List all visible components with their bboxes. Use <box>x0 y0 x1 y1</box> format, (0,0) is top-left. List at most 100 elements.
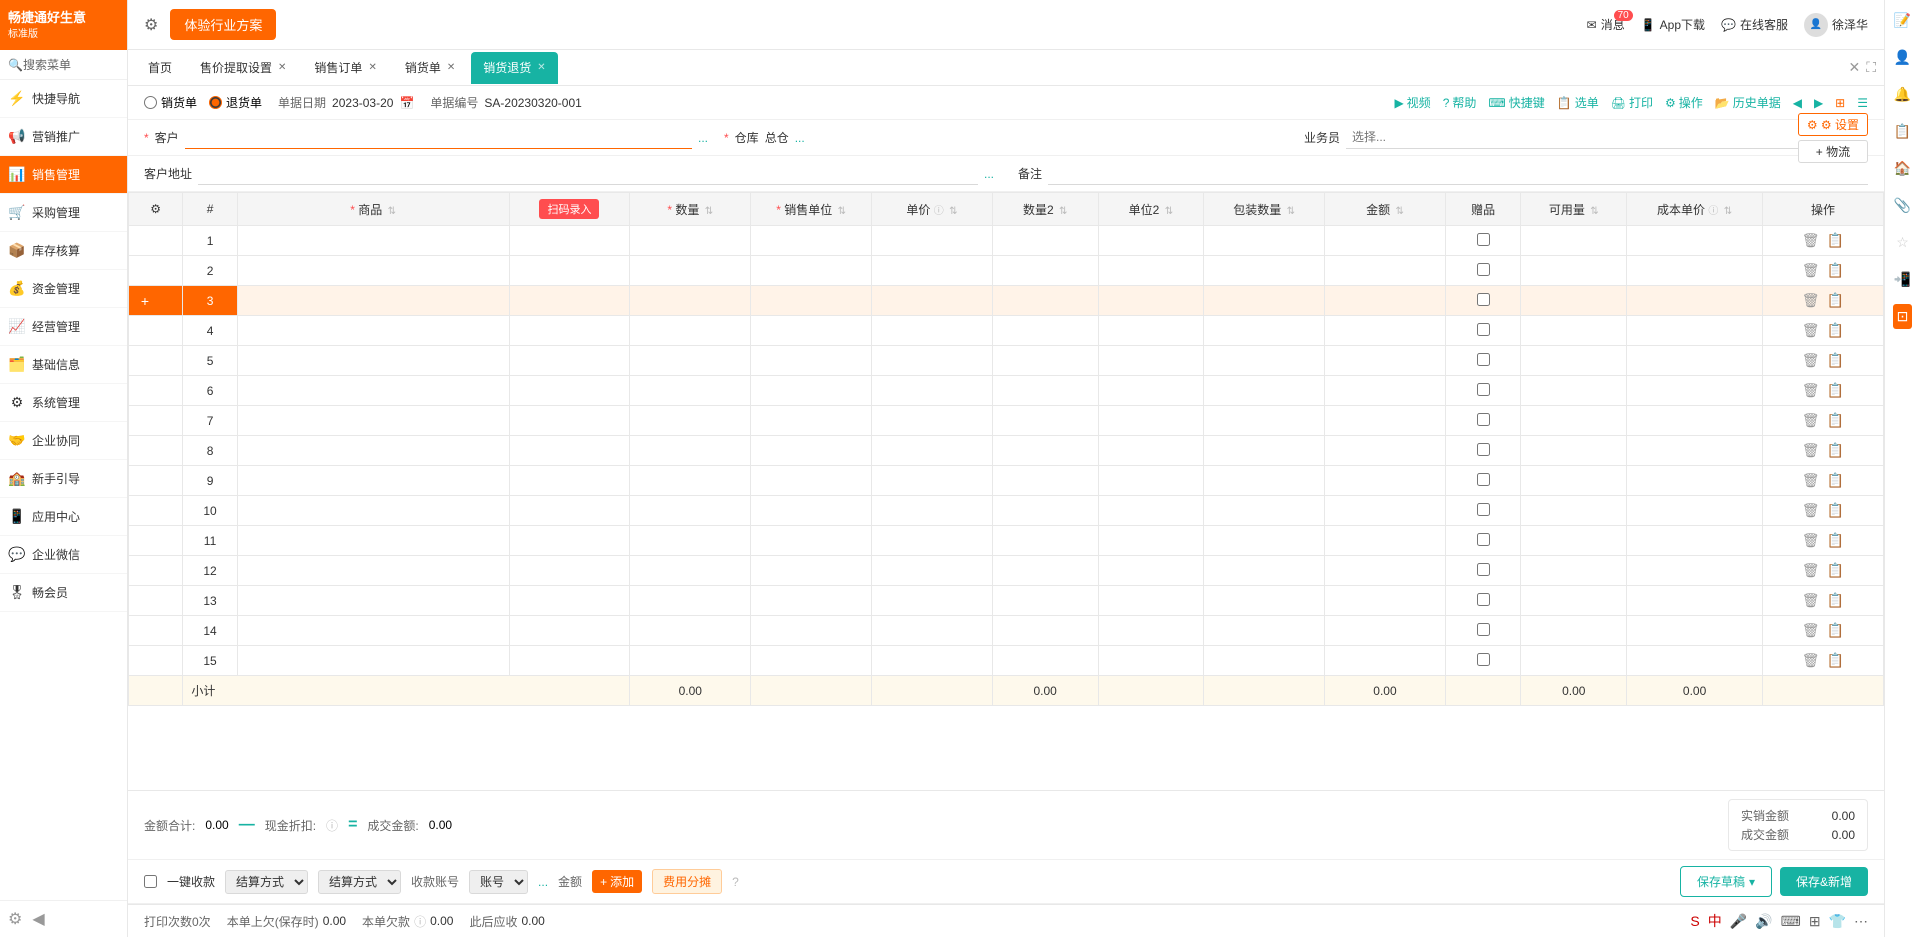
gift-checkbox[interactable] <box>1477 473 1490 486</box>
row-unit2[interactable] <box>1098 646 1204 676</box>
row-qty2[interactable] <box>992 466 1098 496</box>
operation-button[interactable]: ⚙ 操作 <box>1665 94 1703 111</box>
delete-row-button[interactable]: 🗑 <box>1800 500 1822 521</box>
remark-input[interactable] <box>1048 162 1868 185</box>
row-gift[interactable] <box>1445 646 1521 676</box>
row-unit2[interactable] <box>1098 256 1204 286</box>
row-qty[interactable] <box>630 646 751 676</box>
account-select-btn[interactable]: ... <box>538 875 548 889</box>
row-sale-unit[interactable] <box>751 376 872 406</box>
row-sale-unit[interactable] <box>751 226 872 256</box>
row-available[interactable] <box>1521 646 1627 676</box>
cash-discount-info[interactable]: ⓘ <box>326 817 338 834</box>
row-product[interactable] <box>237 616 509 646</box>
row-gear[interactable] <box>129 556 183 586</box>
row-sale-unit[interactable] <box>751 436 872 466</box>
row-gear[interactable] <box>129 346 183 376</box>
row-price[interactable] <box>872 316 993 346</box>
keyboard-icon[interactable]: ⌨ <box>1781 913 1801 930</box>
fee-split-button[interactable]: 费用分摊 <box>652 869 722 894</box>
sidebar-item-purchase[interactable]: 🛒 采购管理 <box>0 194 127 232</box>
help-button[interactable]: ? 帮助 <box>1443 94 1477 111</box>
row-price[interactable] <box>872 496 993 526</box>
view-list-icon[interactable]: ☰ <box>1857 96 1868 110</box>
row-pkg-qty[interactable] <box>1204 496 1325 526</box>
row-gear[interactable]: + <box>129 286 183 316</box>
sidebar-item-member[interactable]: 🎖 畅会员 <box>0 574 127 612</box>
right-icon-8[interactable]: 📲 <box>1890 267 1915 292</box>
row-pkg-qty[interactable] <box>1204 466 1325 496</box>
gift-checkbox[interactable] <box>1477 503 1490 516</box>
row-available[interactable] <box>1521 586 1627 616</box>
row-gift[interactable] <box>1445 526 1521 556</box>
add-row-button[interactable]: + <box>135 291 155 311</box>
row-price[interactable] <box>872 556 993 586</box>
row-available[interactable] <box>1521 616 1627 646</box>
row-price[interactable] <box>872 436 993 466</box>
row-gift[interactable] <box>1445 406 1521 436</box>
row-sale-unit[interactable] <box>751 406 872 436</box>
row-amount[interactable] <box>1325 496 1446 526</box>
row-gift[interactable] <box>1445 346 1521 376</box>
row-unit2[interactable] <box>1098 616 1204 646</box>
row-gear[interactable] <box>129 226 183 256</box>
row-qty2[interactable] <box>992 316 1098 346</box>
row-product[interactable] <box>237 256 509 286</box>
copy-row-button[interactable]: 📋 <box>1825 560 1846 581</box>
row-qty2[interactable] <box>992 556 1098 586</box>
delete-row-button[interactable]: 🗑 <box>1800 320 1822 341</box>
product-sort-icon[interactable]: ⇅ <box>388 206 396 217</box>
delete-row-button[interactable]: 🗑 <box>1800 260 1822 281</box>
row-gift[interactable] <box>1445 436 1521 466</box>
row-qty[interactable] <box>630 316 751 346</box>
settings-bottom-icon[interactable]: ⚙ <box>8 909 22 929</box>
row-product[interactable] <box>237 526 509 556</box>
row-product[interactable] <box>237 586 509 616</box>
tab-home[interactable]: 首页 <box>136 52 184 84</box>
row-unit2[interactable] <box>1098 466 1204 496</box>
row-sale-unit[interactable] <box>751 616 872 646</box>
row-available[interactable] <box>1521 436 1627 466</box>
address-select-btn[interactable]: ... <box>984 167 994 181</box>
current-debt-info[interactable]: ⓘ <box>414 913 426 930</box>
row-product[interactable] <box>237 556 509 586</box>
cost-info-icon[interactable]: ⓘ <box>1708 206 1718 217</box>
row-pkg-qty[interactable] <box>1204 346 1325 376</box>
pkg-sort-icon[interactable]: ⇅ <box>1287 206 1295 217</box>
row-pkg-qty[interactable] <box>1204 556 1325 586</box>
row-amount[interactable] <box>1325 226 1446 256</box>
row-amount[interactable] <box>1325 256 1446 286</box>
copy-row-button[interactable]: 📋 <box>1825 470 1846 491</box>
row-qty2[interactable] <box>992 646 1098 676</box>
delete-row-button[interactable]: 🗑 <box>1800 620 1822 641</box>
row-product[interactable] <box>237 376 509 406</box>
radio-sales-delivery[interactable]: 销货单 <box>144 94 197 111</box>
sidebar-item-sales[interactable]: 📊 销售管理 <box>0 156 127 194</box>
delete-row-button[interactable]: 🗑 <box>1800 350 1822 371</box>
row-price[interactable] <box>872 406 993 436</box>
row-product[interactable] <box>237 226 509 256</box>
row-amount[interactable] <box>1325 346 1446 376</box>
sidebar-item-shortcut[interactable]: ⚡ 快捷导航 <box>0 80 127 118</box>
row-gift[interactable] <box>1445 226 1521 256</box>
row-gift[interactable] <box>1445 556 1521 586</box>
video-button[interactable]: ▶ 视频 <box>1394 94 1430 111</box>
zhong-icon[interactable]: 中 <box>1708 911 1722 931</box>
sidebar-item-finance[interactable]: 💰 资金管理 <box>0 270 127 308</box>
row-cost-price[interactable] <box>1627 286 1763 316</box>
close-icon[interactable]: ✕ <box>537 62 545 73</box>
row-qty2[interactable] <box>992 286 1098 316</box>
collapse-icon[interactable]: ◀ <box>32 909 44 929</box>
row-available[interactable] <box>1521 406 1627 436</box>
row-product[interactable] <box>237 466 509 496</box>
gift-checkbox[interactable] <box>1477 323 1490 336</box>
row-amount[interactable] <box>1325 406 1446 436</box>
copy-row-button[interactable]: 📋 <box>1825 620 1846 641</box>
row-unit2[interactable] <box>1098 346 1204 376</box>
row-amount[interactable] <box>1325 436 1446 466</box>
unit2-sort-icon[interactable]: ⇅ <box>1165 206 1173 217</box>
radio-sales-return-input[interactable] <box>209 96 222 109</box>
row-amount[interactable] <box>1325 556 1446 586</box>
row-qty2[interactable] <box>992 226 1098 256</box>
row-available[interactable] <box>1521 466 1627 496</box>
